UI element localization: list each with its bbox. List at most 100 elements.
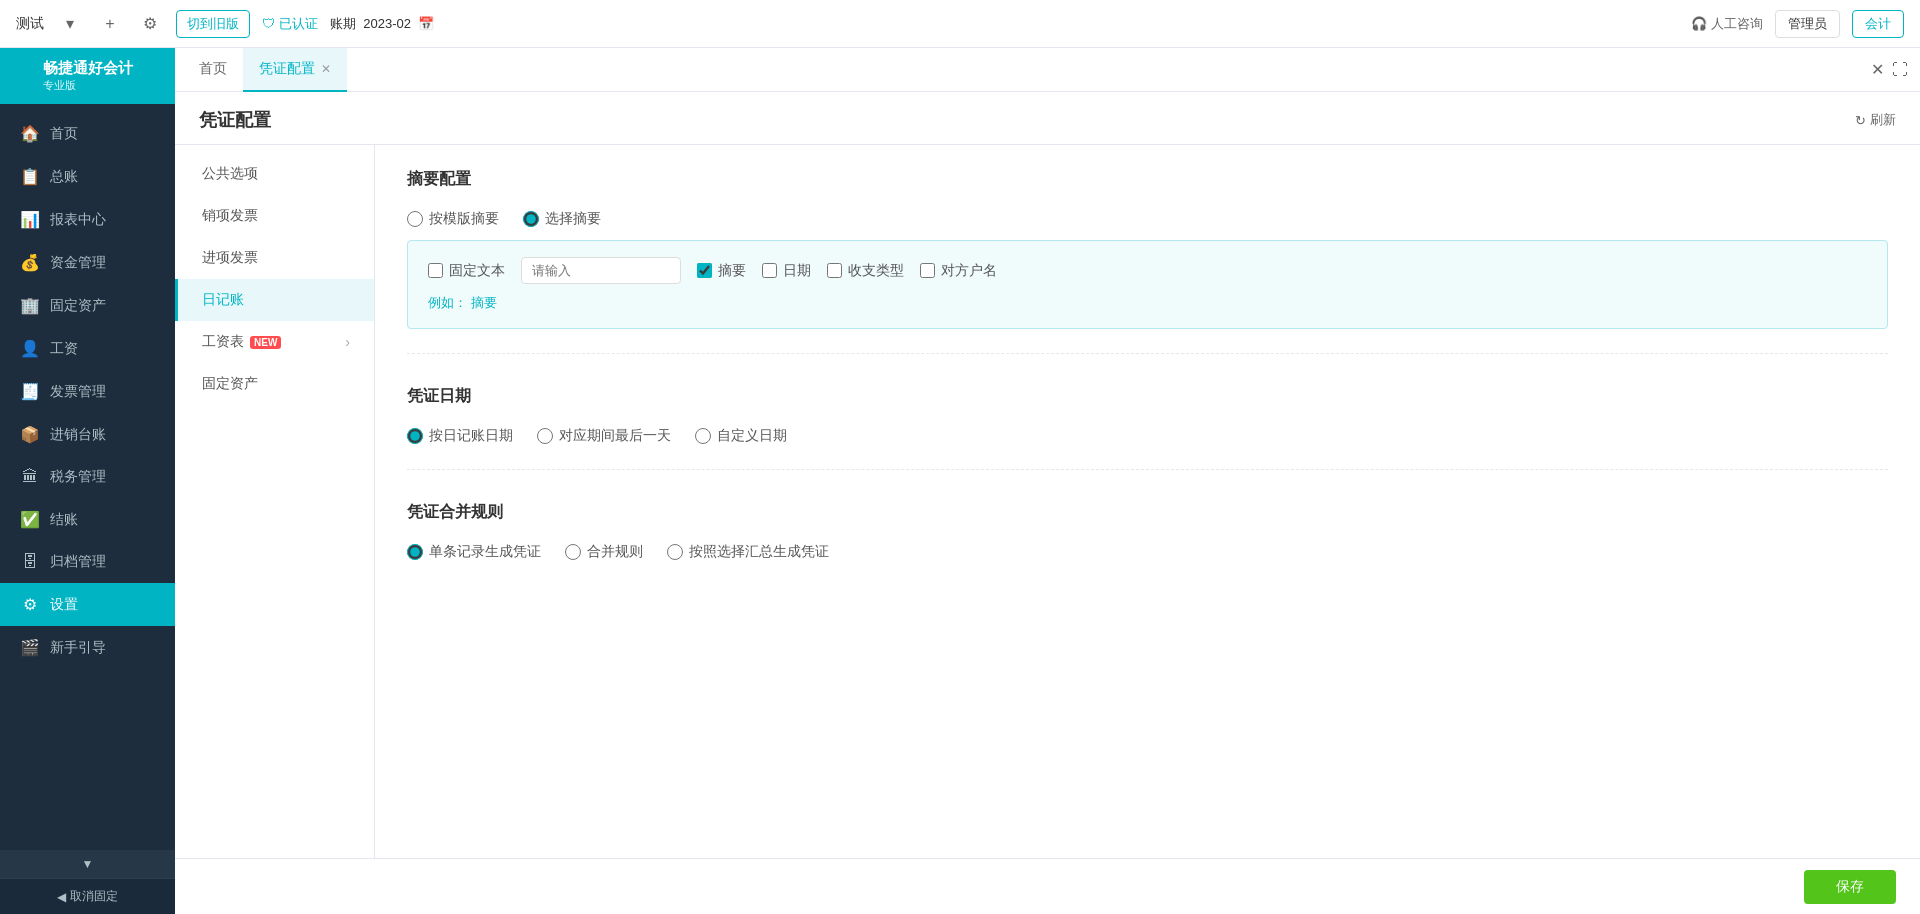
- config-nav-payroll[interactable]: 工资表 NEW ›: [175, 321, 374, 363]
- merge-radio-merge[interactable]: 合并规则: [565, 543, 643, 561]
- sidebar-item-report[interactable]: 📊 报表中心: [0, 198, 175, 241]
- sidebar-item-fixed-assets[interactable]: 🏢 固定资产: [0, 284, 175, 327]
- income-type-checkbox[interactable]: 收支类型: [827, 262, 904, 280]
- tab-close-button[interactable]: ✕: [1871, 60, 1884, 79]
- sidebar-item-home[interactable]: 🏠 首页: [0, 112, 175, 155]
- sidebar-item-invoice[interactable]: 🧾 发票管理: [0, 370, 175, 413]
- tab-voucher-config-close[interactable]: ✕: [321, 62, 331, 76]
- settings-button[interactable]: ⚙: [136, 10, 164, 38]
- summary-checkbox-label: 摘要: [718, 262, 746, 280]
- sidebar-item-label: 归档管理: [50, 553, 106, 571]
- fixed-text-checkbox[interactable]: 固定文本: [428, 262, 505, 280]
- sidebar-item-salary[interactable]: 👤 工资: [0, 327, 175, 370]
- page-content: 凭证配置 ↻ 刷新 公共选项 销项发票 进项发票: [175, 92, 1920, 914]
- fixed-text-input[interactable]: [521, 257, 681, 284]
- summary-section: 摘要配置 按模版摘要 选择摘要: [407, 169, 1888, 354]
- date-checkbox[interactable]: 日期: [762, 262, 811, 280]
- period-info: 账期 2023-02 📅: [330, 15, 434, 33]
- home-icon: 🏠: [20, 124, 40, 143]
- sidebar-cancel-fixed[interactable]: ◀ 取消固定: [0, 878, 175, 914]
- config-nav-journal-label: 日记账: [202, 291, 244, 307]
- summary-checkbox[interactable]: 摘要: [697, 262, 746, 280]
- config-nav: 公共选项 销项发票 进项发票 日记账 工资表 NEW ›: [175, 145, 375, 858]
- config-nav-sales-invoice[interactable]: 销项发票: [175, 195, 374, 237]
- report-icon: 📊: [20, 210, 40, 229]
- refresh-icon: ↻: [1855, 113, 1866, 128]
- date-radio-journal-label: 按日记账日期: [429, 427, 513, 445]
- config-nav-public[interactable]: 公共选项: [175, 153, 374, 195]
- save-button[interactable]: 保存: [1804, 870, 1896, 904]
- sidebar-item-settings[interactable]: ⚙ 设置: [0, 583, 175, 626]
- date-radio-period-last-input[interactable]: [537, 428, 553, 444]
- page-title: 凭证配置: [199, 108, 271, 132]
- date-radio-custom-input[interactable]: [695, 428, 711, 444]
- counterparty-checkbox[interactable]: 对方户名: [920, 262, 997, 280]
- merge-radio-merge-label: 合并规则: [587, 543, 643, 561]
- merge-radio-merge-input[interactable]: [565, 544, 581, 560]
- fixed-assets-icon: 🏢: [20, 296, 40, 315]
- sidebar-item-label: 发票管理: [50, 383, 106, 401]
- income-type-checkbox-input[interactable]: [827, 263, 842, 278]
- config-nav-sales-invoice-label: 销项发票: [202, 207, 258, 223]
- merge-radio-single-input[interactable]: [407, 544, 423, 560]
- consult-button[interactable]: 🎧 人工咨询: [1691, 15, 1763, 33]
- sidebar-item-label: 进销台账: [50, 426, 106, 444]
- sidebar-item-archive[interactable]: 🗄 归档管理: [0, 541, 175, 583]
- calendar-icon[interactable]: 📅: [418, 16, 434, 31]
- summary-box-row: 固定文本 摘要 日期: [428, 257, 1867, 284]
- payroll-expand-icon: ›: [345, 334, 350, 350]
- merge-radio-summary[interactable]: 按照选择汇总生成凭证: [667, 543, 829, 561]
- sidebar-item-label: 工资: [50, 340, 78, 358]
- cancel-fixed-icon: ◀: [57, 890, 66, 904]
- main-layout: 畅捷通好会计 专业版 🏠 首页 📋 总账 📊 报表中心 💰 资金管理 �: [0, 48, 1920, 914]
- refresh-button[interactable]: ↻ 刷新: [1855, 111, 1896, 129]
- switch-old-button[interactable]: 切到旧版: [176, 10, 250, 38]
- plus-icon: +: [105, 15, 114, 33]
- date-radio-group: 按日记账日期 对应期间最后一天 自定义日期: [407, 427, 1888, 445]
- summary-checkbox-input[interactable]: [697, 263, 712, 278]
- counterparty-checkbox-input[interactable]: [920, 263, 935, 278]
- sidebar-scroll-down[interactable]: ▼: [0, 850, 175, 878]
- summary-radio-template-input[interactable]: [407, 211, 423, 227]
- example-text: 例如： 摘要: [428, 294, 1867, 312]
- headset-icon: 🎧: [1691, 16, 1707, 31]
- fund-icon: 💰: [20, 253, 40, 272]
- tab-voucher-config[interactable]: 凭证配置 ✕: [243, 48, 347, 92]
- date-checkbox-label: 日期: [783, 262, 811, 280]
- summary-radio-select-input[interactable]: [523, 211, 539, 227]
- date-checkbox-input[interactable]: [762, 263, 777, 278]
- date-radio-period-last[interactable]: 对应期间最后一天: [537, 427, 671, 445]
- config-nav-payroll-label: 工资表: [202, 333, 244, 351]
- add-button[interactable]: +: [96, 10, 124, 38]
- fixed-text-checkbox-input[interactable]: [428, 263, 443, 278]
- sidebar-logo: 畅捷通好会计 专业版: [0, 48, 175, 104]
- config-nav-fixed-assets[interactable]: 固定资产: [175, 363, 374, 405]
- config-nav-journal[interactable]: 日记账: [175, 279, 374, 321]
- tab-home[interactable]: 首页: [183, 48, 243, 92]
- project-dropdown[interactable]: ▾: [56, 10, 84, 38]
- date-radio-journal[interactable]: 按日记账日期: [407, 427, 513, 445]
- summary-radio-select[interactable]: 选择摘要: [523, 210, 601, 228]
- date-radio-custom[interactable]: 自定义日期: [695, 427, 787, 445]
- merge-section: 凭证合并规则 单条记录生成凭证 合并规则: [407, 502, 1888, 585]
- sidebar-item-ledger[interactable]: 📋 总账: [0, 155, 175, 198]
- merge-radio-group: 单条记录生成凭证 合并规则 按照选择汇总生成凭证: [407, 543, 1888, 561]
- sidebar-item-settle[interactable]: ✅ 结账: [0, 498, 175, 541]
- config-nav-fixed-assets-label: 固定资产: [202, 375, 258, 391]
- accountant-button[interactable]: 会计: [1852, 10, 1904, 38]
- guide-icon: 🎬: [20, 638, 40, 657]
- sidebar-item-trade[interactable]: 📦 进销台账: [0, 413, 175, 456]
- sidebar-item-label: 结账: [50, 511, 78, 529]
- tab-fullscreen-button[interactable]: ⛶: [1892, 61, 1908, 79]
- sidebar-item-fund[interactable]: 💰 资金管理: [0, 241, 175, 284]
- sidebar-item-guide[interactable]: 🎬 新手引导: [0, 626, 175, 669]
- date-radio-journal-input[interactable]: [407, 428, 423, 444]
- merge-radio-summary-input[interactable]: [667, 544, 683, 560]
- config-nav-purchase-invoice[interactable]: 进项发票: [175, 237, 374, 279]
- merge-radio-single[interactable]: 单条记录生成凭证: [407, 543, 541, 561]
- admin-button[interactable]: 管理员: [1775, 10, 1840, 38]
- summary-radio-template[interactable]: 按模版摘要: [407, 210, 499, 228]
- summary-radio-group: 按模版摘要 选择摘要: [407, 210, 1888, 228]
- refresh-label: 刷新: [1870, 111, 1896, 129]
- sidebar-item-tax[interactable]: 🏛 税务管理: [0, 456, 175, 498]
